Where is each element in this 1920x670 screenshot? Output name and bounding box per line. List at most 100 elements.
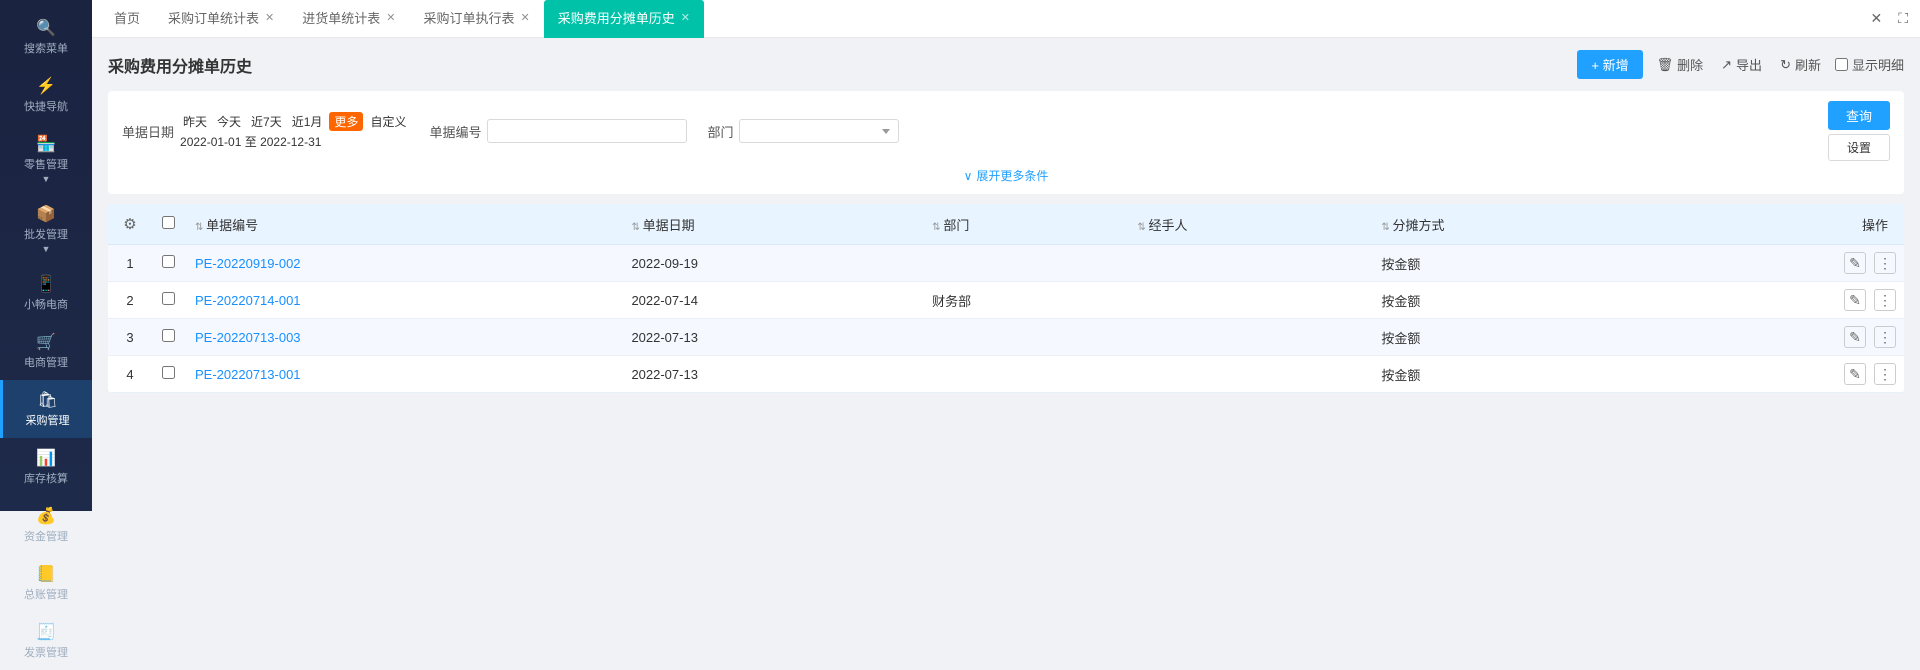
date-shortcut-custom[interactable]: 自定义 (367, 112, 409, 131)
row-split-method: 按金额 (1371, 245, 1660, 282)
sidebar-item-label: 采购管理 (26, 412, 70, 428)
add-button[interactable]: + 新增 (1577, 50, 1642, 79)
col-handler[interactable]: 经手人 (1127, 204, 1371, 245)
sidebar-item-mobile[interactable]: 📱 小畅电商 (0, 264, 92, 322)
tab-purchase-order-stats[interactable]: 采购订单统计表 ✕ (154, 0, 288, 38)
inventory-icon: 📊 (36, 448, 56, 468)
row-split-method: 按金额 (1371, 356, 1660, 393)
more-icon[interactable]: ⋮ (1874, 326, 1896, 348)
page-actions: + 新增 🗑 删除 ↗ 导出 ↻ 刷新 显示明细 (1577, 50, 1904, 79)
settings-gear-icon[interactable]: ⚙ (118, 212, 142, 236)
close-all-icon[interactable]: ✕ (1866, 8, 1886, 29)
table-row: 1 PE-20220919-002 2022-09-19 按金额 ✎ ⋮ (108, 245, 1904, 282)
row-order-no: PE-20220714-001 (185, 282, 621, 319)
col-order-no[interactable]: 单据编号 (185, 204, 621, 245)
order-no-link[interactable]: PE-20220713-001 (195, 367, 301, 382)
sidebar-item-finance[interactable]: 💰 资金管理 (0, 496, 92, 554)
sidebar-item-search[interactable]: 🔍 搜索菜单 (0, 8, 92, 66)
more-icon[interactable]: ⋮ (1874, 363, 1896, 385)
export-button[interactable]: ↗ 导出 (1717, 53, 1766, 76)
sidebar-item-retail[interactable]: 🏪 零售管理 ▼ (0, 124, 92, 194)
date-range-display: 2022-01-01 至 2022-12-31 (180, 133, 409, 150)
tab-close-icon[interactable]: ✕ (386, 11, 395, 24)
tab-close-icon[interactable]: ✕ (265, 11, 274, 24)
row-handler (1127, 282, 1371, 319)
sidebar-item-invoice[interactable]: 🧾 发票管理 (0, 612, 92, 670)
row-split-method: 按金额 (1371, 319, 1660, 356)
row-handler (1127, 319, 1371, 356)
sidebar-item-purchase[interactable]: 🛍 采购管理 (0, 380, 92, 438)
order-no-link[interactable]: PE-20220919-002 (195, 256, 301, 271)
maximize-icon[interactable]: ⛶ (1894, 8, 1912, 29)
refresh-icon: ↻ (1780, 57, 1791, 73)
show-columns-checkbox[interactable] (1835, 58, 1848, 71)
row-date: 2022-09-19 (621, 245, 922, 282)
tab-home[interactable]: 首页 (100, 0, 154, 38)
col-dept[interactable]: 部门 (922, 204, 1127, 245)
col-split-method[interactable]: 分摊方式 (1371, 204, 1660, 245)
tab-close-icon[interactable]: ✕ (681, 11, 690, 24)
expand-filter-button[interactable]: ∨ 展开更多条件 (122, 167, 1890, 184)
tab-purchase-fee-split[interactable]: 采购费用分摊单历史 ✕ (544, 0, 704, 38)
row-handler (1127, 245, 1371, 282)
tab-bar: 首页 采购订单统计表 ✕ 进货单统计表 ✕ 采购订单执行表 ✕ 采购费用分摊单历… (92, 0, 1920, 38)
sidebar-item-shortcut[interactable]: ⚡ 快捷导航 (0, 66, 92, 124)
sidebar-item-ecommerce[interactable]: 🛒 电商管理 (0, 322, 92, 380)
ledger-icon: 📒 (36, 564, 56, 584)
table-row: 3 PE-20220713-003 2022-07-13 按金额 ✎ ⋮ (108, 319, 1904, 356)
row-checkbox[interactable] (162, 329, 175, 342)
row-number: 1 (108, 245, 152, 282)
date-shortcut-yesterday[interactable]: 昨天 (180, 112, 210, 131)
set-button[interactable]: 设置 (1828, 134, 1890, 161)
more-icon[interactable]: ⋮ (1874, 252, 1896, 274)
show-columns-toggle[interactable]: 显示明细 (1835, 55, 1904, 74)
date-shortcut-1month[interactable]: 近1月 (289, 112, 326, 131)
select-all-checkbox[interactable] (162, 216, 175, 229)
row-dept (922, 245, 1127, 282)
retail-icon: 🏪 (36, 134, 56, 154)
row-number: 3 (108, 319, 152, 356)
sidebar-item-ledger[interactable]: 📒 总账管理 (0, 554, 92, 612)
date-shortcuts-group: 昨天 今天 近7天 近1月 更多 自定义 2022-01-01 至 2022-1… (180, 112, 409, 150)
query-button[interactable]: 查询 (1828, 101, 1890, 130)
edit-icon[interactable]: ✎ (1844, 289, 1866, 311)
sidebar-item-wholesale[interactable]: 📦 批发管理 ▼ (0, 194, 92, 264)
order-no-link[interactable]: PE-20220714-001 (195, 293, 301, 308)
invoice-icon: 🧾 (36, 622, 56, 642)
order-no-link[interactable]: PE-20220713-003 (195, 330, 301, 345)
tab-purchase-order-exec[interactable]: 采购订单执行表 ✕ (409, 0, 543, 38)
date-shortcut-more[interactable]: 更多 (329, 112, 363, 131)
order-no-input[interactable] (487, 119, 687, 143)
date-shortcuts: 昨天 今天 近7天 近1月 更多 自定义 (180, 112, 409, 131)
row-ops: ✎ ⋮ (1661, 282, 1904, 319)
edit-icon[interactable]: ✎ (1844, 363, 1866, 385)
col-settings: ⚙ (108, 204, 152, 245)
more-icon[interactable]: ⋮ (1874, 289, 1896, 311)
sidebar-item-inventory[interactable]: 📊 库存核算 (0, 438, 92, 496)
delete-button[interactable]: 🗑 删除 (1653, 53, 1708, 76)
dept-select[interactable]: 财务部 (739, 119, 899, 143)
col-date[interactable]: 单据日期 (621, 204, 922, 245)
refresh-button[interactable]: ↻ 刷新 (1776, 53, 1825, 76)
row-checkbox-cell (152, 245, 185, 282)
edit-icon[interactable]: ✎ (1844, 326, 1866, 348)
row-checkbox[interactable] (162, 292, 175, 305)
row-dept (922, 356, 1127, 393)
shortcut-icon: ⚡ (36, 76, 56, 96)
table-row: 4 PE-20220713-001 2022-07-13 按金额 ✎ ⋮ (108, 356, 1904, 393)
edit-icon[interactable]: ✎ (1844, 252, 1866, 274)
row-checkbox[interactable] (162, 366, 175, 379)
page-header: 采购费用分摊单历史 + 新增 🗑 删除 ↗ 导出 ↻ 刷新 显示明细 (108, 50, 1904, 79)
sidebar-item-label: 电商管理 (24, 354, 68, 370)
page-content: 采购费用分摊单历史 + 新增 🗑 删除 ↗ 导出 ↻ 刷新 显示明细 (92, 38, 1920, 511)
row-ops: ✎ ⋮ (1661, 245, 1904, 282)
row-date: 2022-07-13 (621, 319, 922, 356)
tab-inbound-stats[interactable]: 进货单统计表 ✕ (288, 0, 409, 38)
date-shortcut-7days[interactable]: 近7天 (248, 112, 285, 131)
tab-close-icon[interactable]: ✕ (521, 11, 530, 24)
row-number: 2 (108, 282, 152, 319)
date-shortcut-today[interactable]: 今天 (214, 112, 244, 131)
row-number: 4 (108, 356, 152, 393)
sidebar: 🔍 搜索菜单 ⚡ 快捷导航 🏪 零售管理 ▼ 📦 批发管理 ▼ 📱 小畅电商 🛒… (0, 0, 92, 511)
row-checkbox[interactable] (162, 255, 175, 268)
